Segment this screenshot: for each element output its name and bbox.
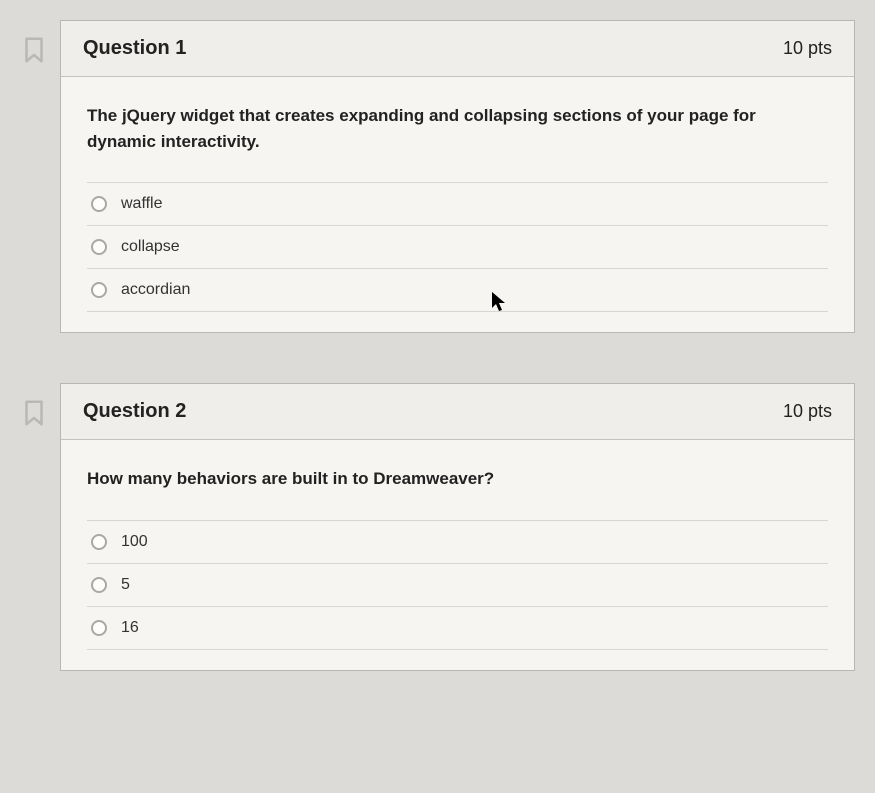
options-list: waffle collapse accordian [87,182,828,312]
option-row[interactable]: accordian [87,268,828,312]
option-row[interactable]: 16 [87,606,828,650]
question-header: Question 1 10 pts [61,21,854,77]
question-prompt: The jQuery widget that creates expanding… [87,103,828,154]
bookmark-icon[interactable] [19,398,49,428]
question-title: Question 2 [83,400,186,423]
radio-icon[interactable] [91,239,107,255]
option-row[interactable]: waffle [87,182,828,225]
radio-icon[interactable] [91,577,107,593]
question-card-1: Question 1 10 pts The jQuery widget that… [60,20,855,333]
option-label: 5 [121,576,130,594]
radio-icon[interactable] [91,196,107,212]
question-title: Question 1 [83,37,186,60]
question-header: Question 2 10 pts [61,384,854,440]
bookmark-icon[interactable] [19,35,49,65]
option-row[interactable]: collapse [87,225,828,268]
question-points: 10 pts [783,38,832,59]
option-label: 100 [121,533,148,551]
options-list: 100 5 16 [87,520,828,650]
option-row[interactable]: 100 [87,520,828,563]
radio-icon[interactable] [91,282,107,298]
question-prompt: How many behaviors are built in to Dream… [87,466,828,492]
question-card-2: Question 2 10 pts How many behaviors are… [60,383,855,671]
question-points: 10 pts [783,401,832,422]
option-label: 16 [121,619,139,637]
option-row[interactable]: 5 [87,563,828,606]
question-body: The jQuery widget that creates expanding… [61,77,854,332]
option-label: collapse [121,238,180,256]
question-body: How many behaviors are built in to Dream… [61,440,854,670]
radio-icon[interactable] [91,534,107,550]
radio-icon[interactable] [91,620,107,636]
option-label: accordian [121,281,190,299]
option-label: waffle [121,195,163,213]
